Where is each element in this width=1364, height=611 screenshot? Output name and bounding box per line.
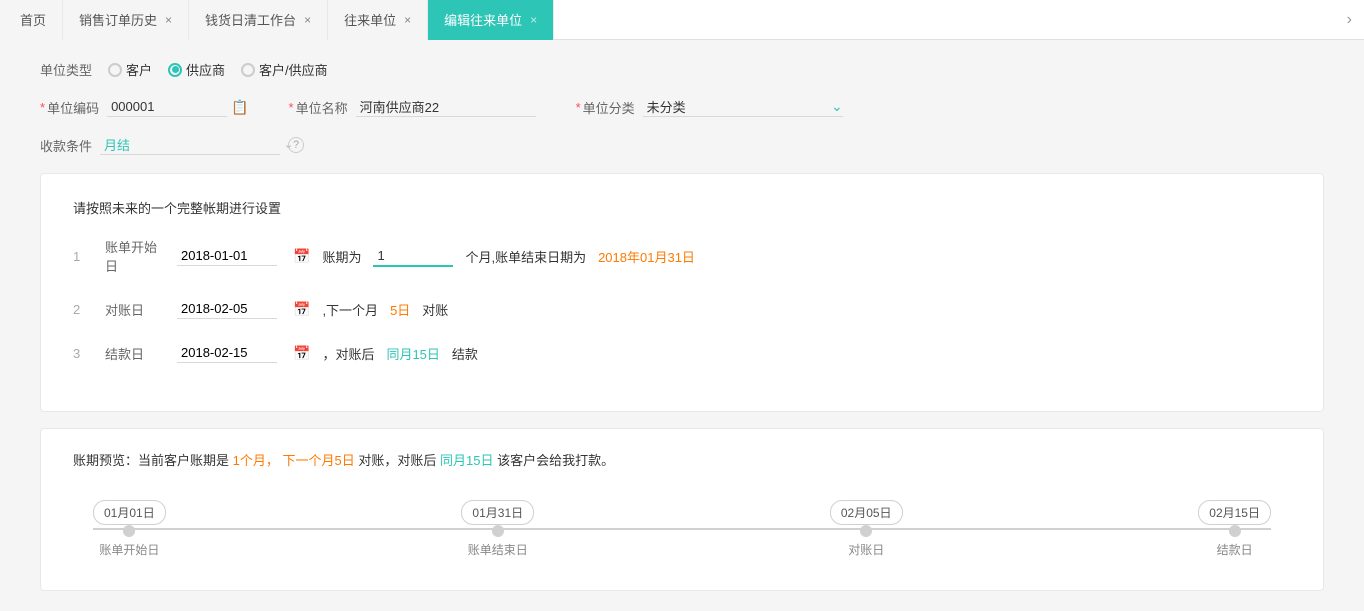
setting-row-1: 1 账单开始日 📅 账期为 个月,账单结束日期为 2018年01月31日 [73,237,1291,275]
row-label-1: 账单开始日 [105,237,165,275]
category-required-star: * [576,100,581,115]
payment-terms-label: 收款条件 [40,136,92,155]
payment-day-highlight: 同月15日 [386,344,439,363]
preview-part5: 该客户会给我打款。 [497,453,614,468]
end-date-highlight: 2018年01月31日 [598,247,695,266]
radio-group-unit-type: 客户 供应商 客户/供应商 [108,60,328,79]
category-arrow-icon[interactable]: ⌄ [831,98,843,115]
tab-close-sales-history[interactable]: × [165,13,172,27]
reconcile-date-input[interactable] [177,299,277,319]
payment-terms-input[interactable] [100,135,284,154]
tab-bar: 首页 销售订单历史 × 钱货日清工作台 × 往来单位 × 编辑往来单位 × › [0,0,1364,40]
name-field: * 单位名称 [289,97,536,117]
row-label-3: 结款日 [105,344,165,363]
preview-part4: 同月15日 [440,453,493,468]
payment-suffix: 结款 [452,344,478,363]
code-name-category-row: * 单位编码 📋 * 单位名称 * 单位分类 ⌄ [40,97,1324,117]
category-input[interactable] [643,97,831,116]
settings-card: 请按照未来的一个完整帐期进行设置 1 账单开始日 📅 账期为 个月,账单结束日期… [40,173,1324,412]
tab-edit-partner[interactable]: 编辑往来单位 × [428,0,554,40]
category-field: * 单位分类 ⌄ [576,97,843,117]
name-input[interactable] [356,97,536,117]
category-label: 单位分类 [583,98,635,117]
tab-overflow-arrow[interactable]: › [1335,11,1364,29]
tab-close-partner-units[interactable]: × [404,13,411,27]
row-num-1: 1 [73,249,93,264]
name-label: 单位名称 [296,98,348,117]
preview-section: 账期预览：当前客户账期是 1个月， 下一个月5日 对账，对账后 同月15日 该客… [40,428,1324,591]
node-label-2: 账单结束日 [468,541,528,558]
unit-type-row: 单位类型 客户 供应商 客户/供应商 [40,60,1324,79]
radio-circle-customer [108,63,122,77]
start-date-calendar-icon[interactable]: 📅 [293,248,310,265]
reconcile-day-highlight: 5日 [390,300,410,319]
node-date-3: 02月05日 [830,500,903,525]
timeline-node-2: 01月31日 账单结束日 [461,500,534,558]
payment-terms-help-icon[interactable]: ? [288,137,304,153]
timeline-node-3: 02月05日 对账日 [830,500,903,558]
node-date-4: 02月15日 [1198,500,1271,525]
row-num-3: 3 [73,346,93,361]
period-input[interactable] [373,246,453,267]
reconcile-prefix: ,下一个月 [322,300,378,319]
node-dot-4 [1229,525,1241,537]
reconcile-suffix: 对账 [422,300,448,319]
main-content: 单位类型 客户 供应商 客户/供应商 * 单位编码 📋 * 单位名称 [0,40,1364,611]
radio-label-customer: 客户 [126,60,152,79]
preview-part2: 下一个月5日 [283,453,355,468]
node-dot-3 [860,525,872,537]
payment-date-calendar-icon[interactable]: 📅 [293,345,310,362]
radio-label-supplier: 供应商 [186,60,225,79]
radio-circle-supplier [168,63,182,77]
radio-circle-both [241,63,255,77]
payment-terms-row: 收款条件 ⌄ ? [40,135,1324,155]
radio-label-both: 客户/供应商 [259,60,328,79]
tab-partner-units[interactable]: 往来单位 × [328,0,428,40]
timeline-node-4: 02月15日 结款日 [1198,500,1271,558]
node-label-3: 对账日 [848,541,884,558]
payment-terms-dropdown[interactable]: ⌄ [100,135,280,155]
row-label-2: 对账日 [105,300,165,319]
radio-both[interactable]: 客户/供应商 [241,60,328,79]
payment-prefix: ，对账后 [322,344,374,363]
setting-row-3: 3 结款日 📅 ，对账后 同月15日 结款 [73,343,1291,363]
preview-part3: 对账，对账后 [358,453,436,468]
node-date-1: 01月01日 [93,500,166,525]
node-date-2: 01月31日 [461,500,534,525]
preview-label: 账期预览：当前客户账期是 [73,453,229,468]
timeline-wrap: 01月01日 账单开始日 01月31日 账单结束日 02月05日 对账日 02月… [73,500,1291,558]
node-label-1: 账单开始日 [99,541,159,558]
tab-sales-history[interactable]: 销售订单历史 × [63,0,189,40]
tab-cash-reconciliation[interactable]: 钱货日清工作台 × [189,0,328,40]
node-label-4: 结款日 [1217,541,1253,558]
timeline-node-1: 01月01日 账单开始日 [93,500,166,558]
start-date-input[interactable] [177,246,277,266]
row-num-2: 2 [73,302,93,317]
tab-close-edit-partner[interactable]: × [530,13,537,27]
card-instruction: 请按照未来的一个完整帐期进行设置 [73,198,1291,217]
node-dot-2 [492,525,504,537]
name-required-star: * [289,100,294,115]
reconcile-date-calendar-icon[interactable]: 📅 [293,301,310,318]
category-dropdown[interactable]: ⌄ [643,97,843,117]
node-dot-1 [123,525,135,537]
preview-part1: 1个月， [233,453,279,468]
radio-customer[interactable]: 客户 [108,60,152,79]
preview-text: 账期预览：当前客户账期是 1个月， 下一个月5日 对账，对账后 同月15日 该客… [73,449,1291,472]
period-suffix: 个月,账单结束日期为 [465,247,586,266]
code-required-star: * [40,100,45,115]
code-input[interactable] [107,97,227,117]
code-field: * 单位编码 📋 [40,97,249,117]
setting-row-2: 2 对账日 📅 ,下一个月 5日 对账 [73,299,1291,319]
code-copy-icon[interactable]: 📋 [231,99,248,116]
radio-supplier[interactable]: 供应商 [168,60,225,79]
payment-date-input[interactable] [177,343,277,363]
tab-home[interactable]: 首页 [0,0,63,40]
timeline-nodes: 01月01日 账单开始日 01月31日 账单结束日 02月05日 对账日 02月… [93,500,1271,558]
unit-type-label: 单位类型 [40,60,92,79]
tab-close-cash-reconciliation[interactable]: × [304,13,311,27]
code-label: 单位编码 [47,98,99,117]
period-label: 账期为 [322,247,361,266]
